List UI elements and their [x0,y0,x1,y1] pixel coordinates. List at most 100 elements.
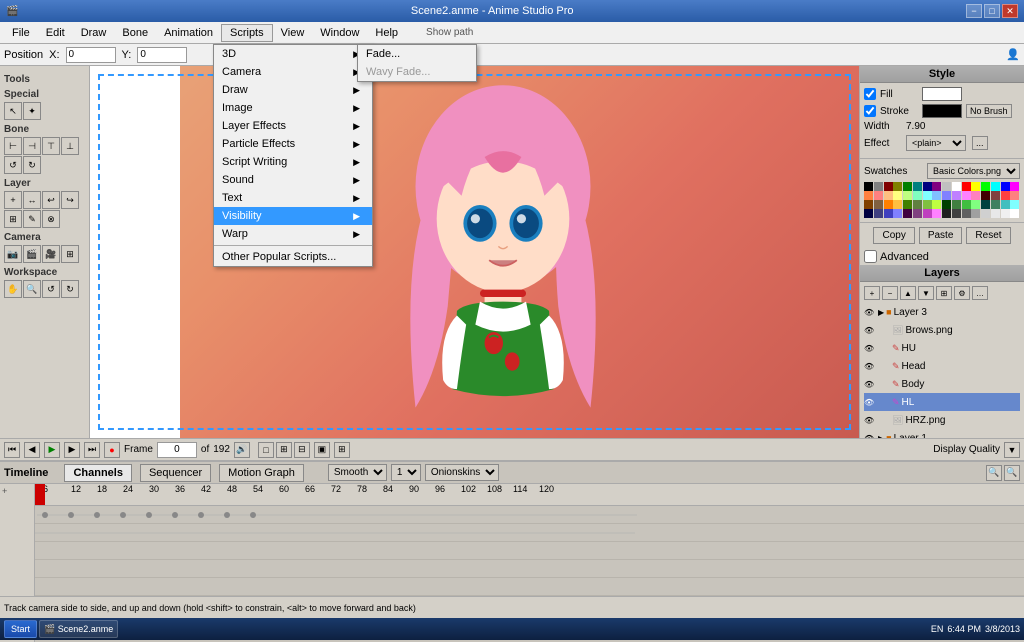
tool-btn-2[interactable]: ✦ [23,102,41,120]
go-to-end-button[interactable]: ⏭ [84,442,100,458]
workspace-tool-4[interactable]: ↻ [61,280,79,298]
color-cell[interactable] [893,209,902,218]
color-cell[interactable] [884,200,893,209]
paste-button[interactable]: Paste [919,227,963,244]
color-cell[interactable] [962,182,971,191]
color-cell[interactable] [913,200,922,209]
layers-delete-btn[interactable]: − [882,286,898,300]
layers-group-btn[interactable]: ⊞ [936,286,952,300]
workspace-tool-2[interactable]: 🔍 [23,280,41,298]
frame-input[interactable] [157,442,197,458]
color-cell[interactable] [1010,191,1019,200]
color-cell[interactable] [981,191,990,200]
menu-item-particle-effects[interactable]: Particle Effects▶ [214,135,372,153]
layer-eye-head[interactable]: 👁 [864,362,876,371]
color-cell[interactable] [893,191,902,200]
copy-button[interactable]: Copy [873,227,914,244]
color-cell[interactable] [923,182,932,191]
layer-tool-2[interactable]: ↔ [23,191,41,209]
layer-row-head[interactable]: 👁 ✎ Head [864,357,1020,375]
menu-scripts[interactable]: Scripts [221,24,273,42]
layer-tool-7[interactable]: ⊗ [42,210,60,228]
color-cell[interactable] [884,191,893,200]
bone-tool-5[interactable]: ↺ [4,156,22,174]
swatches-dropdown[interactable]: Basic Colors.png [927,163,1020,179]
color-cell[interactable] [1010,182,1019,191]
color-cell[interactable] [971,182,980,191]
color-cell[interactable] [942,209,951,218]
layers-down-btn[interactable]: ▼ [918,286,934,300]
color-cell[interactable] [952,191,961,200]
layer-eye-body[interactable]: 👁 [864,380,876,389]
menu-item-image[interactable]: Image▶ [214,99,372,117]
start-button[interactable]: Start [4,620,37,638]
layer-row-hl[interactable]: 👁 ✎ HL [864,393,1020,411]
timeline-add-btn[interactable]: + [0,484,34,498]
layer-row-layer3[interactable]: 👁 ▶ ■ Layer 3 [864,303,1020,321]
camera-tool-4[interactable]: ⊞ [61,245,79,263]
bone-tool-1[interactable]: ⊢ [4,137,22,155]
color-cell[interactable] [1001,182,1010,191]
color-cell[interactable] [893,182,902,191]
color-cell[interactable] [884,209,893,218]
color-cell[interactable] [932,182,941,191]
camera-tool-2[interactable]: 🎬 [23,245,41,263]
y-input[interactable] [137,47,187,63]
layer-row-hrz[interactable]: 👁 🖼 HRZ.png [864,411,1020,429]
view-mode-1[interactable]: □ [258,442,274,458]
menu-item-layer-effects[interactable]: Layer Effects▶ [214,117,372,135]
color-cell[interactable] [942,200,951,209]
color-cell[interactable] [884,182,893,191]
color-cell[interactable] [923,191,932,200]
color-cell[interactable] [874,191,883,200]
color-cell[interactable] [981,182,990,191]
color-cell[interactable] [913,191,922,200]
stroke-color-swatch[interactable] [922,104,962,118]
layer-row-brows[interactable]: 👁 🖼 Brows.png [864,321,1020,339]
submenu-item-wavy-fade[interactable]: Wavy Fade... [358,63,476,81]
layers-add-btn[interactable]: + [864,286,880,300]
advanced-checkbox[interactable] [864,250,877,263]
color-cell[interactable] [962,200,971,209]
color-cell[interactable] [952,209,961,218]
timeline-zoom-out[interactable]: 🔍 [986,465,1002,481]
layers-settings-btn[interactable]: ⚙ [954,286,970,300]
color-cell[interactable] [923,209,932,218]
menu-animation[interactable]: Animation [156,25,221,41]
bone-tool-3[interactable]: ⊤ [42,137,60,155]
menu-item-3d[interactable]: 3D▶ [214,45,372,63]
color-cell[interactable] [932,200,941,209]
color-cell[interactable] [864,209,873,218]
layer-eye-hu[interactable]: 👁 [864,344,876,353]
layer-expand-layer3[interactable]: ▶ [878,308,884,317]
color-cell[interactable] [1001,191,1010,200]
color-cell[interactable] [991,191,1000,200]
workspace-tool-3[interactable]: ↺ [42,280,60,298]
color-cell[interactable] [903,191,912,200]
color-cell[interactable] [991,200,1000,209]
bone-tool-2[interactable]: ⊣ [23,137,41,155]
color-cell[interactable] [874,200,883,209]
color-cell[interactable] [893,200,902,209]
color-cell[interactable] [864,200,873,209]
color-cell[interactable] [962,209,971,218]
prev-frame-button[interactable]: ◀ [24,442,40,458]
color-cell[interactable] [991,182,1000,191]
layer-tool-4[interactable]: ↪ [61,191,79,209]
color-cell[interactable] [932,209,941,218]
color-cell[interactable] [864,191,873,200]
color-cell[interactable] [952,200,961,209]
speed-dropdown[interactable]: 1 [391,464,421,481]
color-cell[interactable] [913,182,922,191]
layer-row-hu[interactable]: 👁 ✎ HU [864,339,1020,357]
menu-bone[interactable]: Bone [114,25,156,41]
color-cell[interactable] [913,209,922,218]
no-brush-button[interactable]: No Brush [966,104,1012,118]
layer-eye-brows[interactable]: 👁 [864,326,876,335]
record-button[interactable]: ● [104,442,120,458]
workspace-tool-1[interactable]: ✋ [4,280,22,298]
color-cell[interactable] [952,182,961,191]
play-button[interactable]: ▶ [44,442,60,458]
color-cell[interactable] [942,191,951,200]
view-mode-2[interactable]: ⊞ [276,442,292,458]
